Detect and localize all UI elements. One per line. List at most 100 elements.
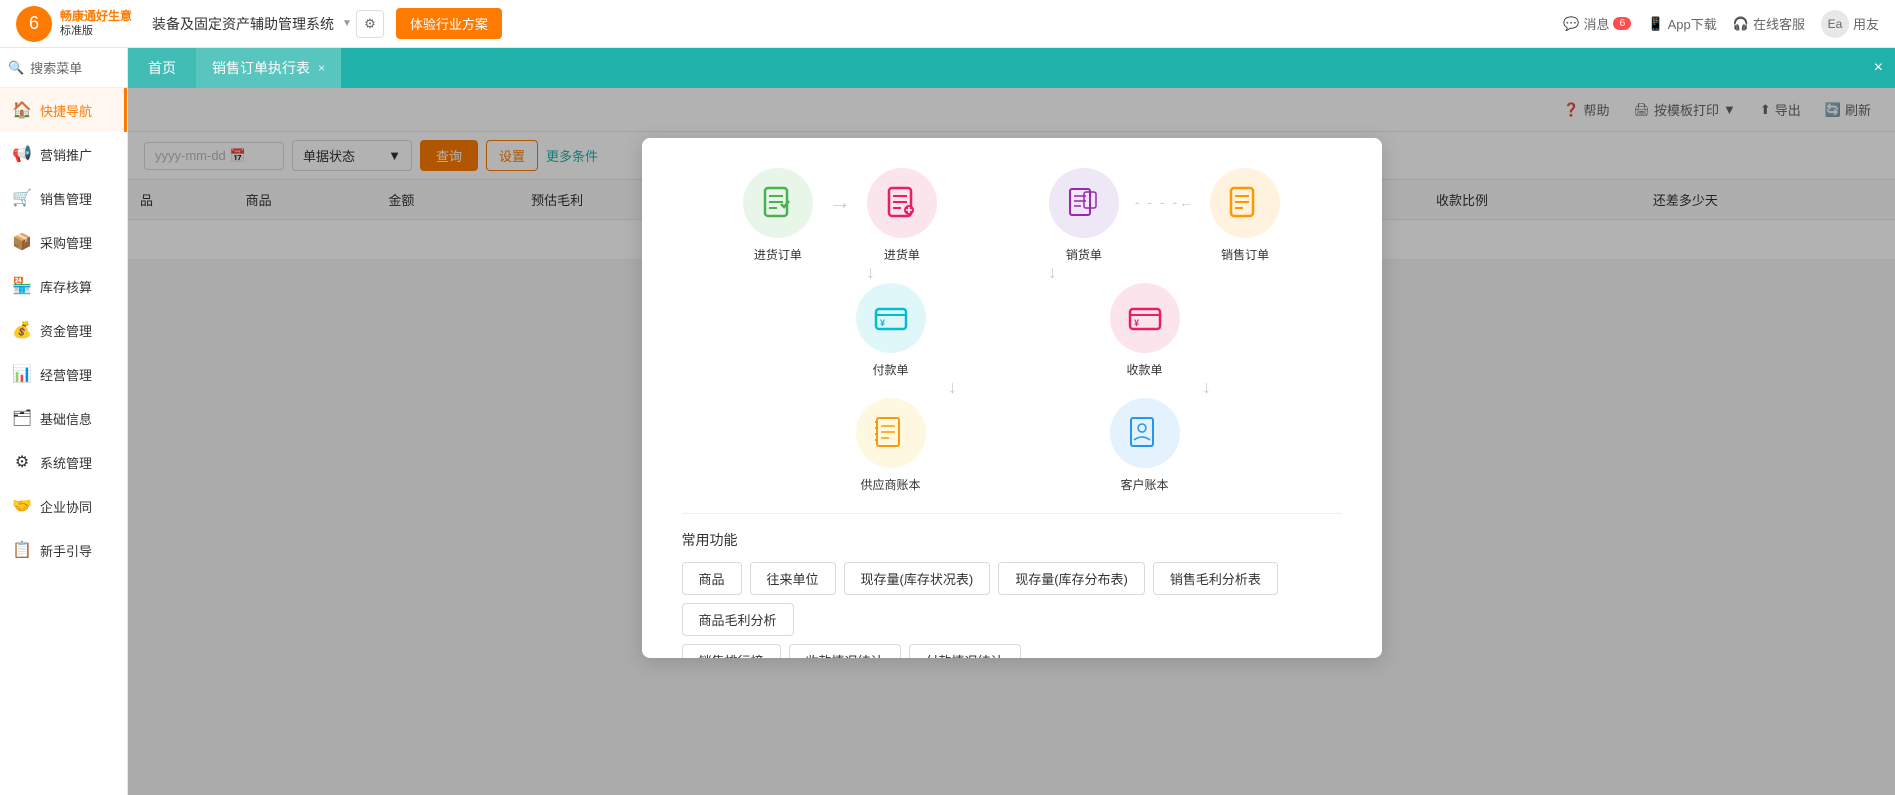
- app-download-button[interactable]: 📱 App下载: [1647, 14, 1716, 33]
- message-badge: 6: [1613, 17, 1631, 30]
- purchase-bill-circle: [867, 168, 937, 238]
- func-btn-sales-profit[interactable]: 销售毛利分析表: [1153, 562, 1278, 595]
- customer-ledger-label: 客户账本: [1120, 476, 1168, 493]
- nav-label-system: 系统管理: [40, 453, 92, 472]
- popup-overlay[interactable]: 进货订单 → 进货单: [128, 88, 1895, 795]
- sales-order-circle: [1210, 168, 1280, 238]
- sidebar-item-system[interactable]: ⚙ 系统管理: [0, 440, 127, 484]
- system-icon: ⚙: [12, 452, 32, 472]
- flow-node-payment: ¥ 付款单: [856, 283, 926, 378]
- receipt-circle: ¥: [1110, 283, 1180, 353]
- operations-icon: 📊: [12, 364, 32, 384]
- logo-area: 6 畅康通好生意 标准版: [16, 6, 144, 42]
- common-functions: 常用功能 商品 往来单位 现存量(库存状况表) 现存量(库存分布表) 销售毛利分…: [682, 513, 1342, 658]
- app-download-label: App下载: [1668, 14, 1717, 33]
- sidebar-item-inventory[interactable]: 🏪 库存核算: [0, 264, 127, 308]
- sales-icon: 🛒: [12, 188, 32, 208]
- guide-icon: 📋: [12, 540, 32, 560]
- tab-sales-order-label: 销售订单执行表: [212, 58, 310, 78]
- tab-home-label: 首页: [148, 58, 176, 78]
- avatar: Ea: [1821, 10, 1849, 38]
- func-buttons-row2: 销售排行榜 收款情况统计 付款情况统计: [682, 644, 1342, 658]
- nav-label-quick-nav: 快捷导航: [40, 101, 92, 120]
- receipt-down: ↓: [1156, 378, 1258, 396]
- sidebar: 🔍 搜索菜单 🏠 快捷导航 📢 营销推广 🛒 销售管理 📦: [0, 48, 128, 795]
- receipt-label: 收款单: [1126, 361, 1162, 378]
- func-btn-sales-rank[interactable]: 销售排行榜: [682, 644, 781, 658]
- purchase-bill-label: 进货单: [884, 246, 920, 263]
- user-menu-button[interactable]: Ea 用友: [1821, 10, 1879, 38]
- home-icon: 🏠: [12, 100, 32, 120]
- flow-node-customer-ledger: 客户账本: [1110, 398, 1180, 493]
- tab-sales-order[interactable]: 销售订单执行表 ×: [196, 48, 341, 88]
- sidebar-item-enterprise[interactable]: 🤝 企业协同: [0, 484, 127, 528]
- sidebar-item-basic-info[interactable]: 🗂 基础信息: [0, 396, 127, 440]
- arrow-sales-order-to-sales-bill: - - - -←: [1135, 194, 1194, 210]
- gear-button[interactable]: ⚙: [356, 10, 384, 38]
- tab-bar-close-button[interactable]: ×: [1874, 59, 1883, 77]
- sidebar-item-marketing[interactable]: 📢 营销推广: [0, 132, 127, 176]
- finance-icon: 💰: [12, 320, 32, 340]
- customer-ledger-circle: [1110, 398, 1180, 468]
- func-btn-stock-status[interactable]: 现存量(库存状况表): [844, 562, 991, 595]
- system-dropdown-arrow[interactable]: ▼: [342, 18, 352, 29]
- arrow-purchase-to-purchase-bill: →: [829, 189, 851, 215]
- logo-icon: 6: [16, 6, 52, 42]
- nav-label-purchase: 采购管理: [40, 233, 92, 252]
- purchase-order-circle: [743, 168, 813, 238]
- top-bar: 6 畅康通好生意 标准版 装备及固定资产辅助管理系统 ▼ ⚙ 体验行业方案 💬 …: [0, 0, 1895, 48]
- online-service-label: 在线客服: [1753, 14, 1805, 33]
- sales-bill-down: ↓: [1002, 263, 1104, 281]
- phone-icon: 📱: [1647, 16, 1663, 32]
- func-btn-receipt-stats[interactable]: 收款情况统计: [789, 644, 901, 658]
- sidebar-item-quick-nav[interactable]: 🏠 快捷导航: [0, 88, 127, 132]
- payment-label: 付款单: [872, 361, 908, 378]
- app-title: 畅康通好生意: [60, 9, 132, 25]
- func-btn-goods-profit[interactable]: 商品毛利分析: [682, 603, 794, 636]
- sidebar-item-finance[interactable]: 💰 资金管理: [0, 308, 127, 352]
- experience-button[interactable]: 体验行业方案: [396, 8, 502, 39]
- supplier-ledger-label: 供应商账本: [860, 476, 920, 493]
- system-name: 装备及固定资产辅助管理系统: [152, 14, 334, 34]
- popup-box: 进货订单 → 进货单: [642, 138, 1382, 658]
- nav-label-inventory: 库存核算: [40, 277, 92, 296]
- nav-label-marketing: 营销推广: [40, 145, 92, 164]
- func-btn-stock-dist[interactable]: 现存量(库存分布表): [998, 562, 1145, 595]
- func-btn-goods[interactable]: 商品: [682, 562, 742, 595]
- payment-circle: ¥: [856, 283, 926, 353]
- nav-label-operations: 经营管理: [40, 365, 92, 384]
- sales-bill-circle: [1049, 168, 1119, 238]
- tab-bar: 首页 销售订单执行表 × ×: [128, 48, 1895, 88]
- user-label: 用友: [1853, 14, 1879, 33]
- sidebar-item-guide[interactable]: 📋 新手引导: [0, 528, 127, 572]
- svg-text:¥: ¥: [880, 318, 885, 328]
- message-button[interactable]: 💬 消息 6: [1563, 14, 1631, 33]
- sidebar-nav: 🏠 快捷导航 📢 营销推广 🛒 销售管理 📦 采购管理 🏪 库存核: [0, 88, 127, 795]
- func-btn-payment-stats[interactable]: 付款情况统计: [909, 644, 1021, 658]
- nav-label-guide: 新手引导: [40, 541, 92, 560]
- basic-info-icon: 🗂: [12, 408, 32, 428]
- inventory-icon: 🏪: [12, 276, 32, 296]
- sidebar-item-purchase[interactable]: 📦 采购管理: [0, 220, 127, 264]
- search-label: 搜索菜单: [30, 58, 82, 77]
- tab-close-icon[interactable]: ×: [318, 61, 325, 75]
- top-right-area: 💬 消息 6 📱 App下载 🎧 在线客服 Ea 用友: [1563, 10, 1879, 38]
- flow-node-sales-bill: 销货单: [1049, 168, 1119, 263]
- purchase-icon: 📦: [12, 232, 32, 252]
- headset-icon: 🎧: [1733, 16, 1749, 32]
- sidebar-item-operations[interactable]: 📊 经营管理: [0, 352, 127, 396]
- common-functions-title: 常用功能: [682, 530, 1342, 550]
- nav-label-basic-info: 基础信息: [40, 409, 92, 428]
- sidebar-search[interactable]: 🔍 搜索菜单: [0, 48, 127, 88]
- message-icon: 💬: [1563, 16, 1579, 32]
- enterprise-icon: 🤝: [12, 496, 32, 516]
- online-service-button[interactable]: 🎧 在线客服: [1733, 14, 1805, 33]
- flow-node-supplier-ledger: 供应商账本: [856, 398, 926, 493]
- sidebar-item-sales[interactable]: 🛒 销售管理: [0, 176, 127, 220]
- tab-home[interactable]: 首页: [128, 48, 196, 88]
- app-container: 6 畅康通好生意 标准版 装备及固定资产辅助管理系统 ▼ ⚙ 体验行业方案 💬 …: [0, 0, 1895, 795]
- func-btn-partners[interactable]: 往来单位: [750, 562, 836, 595]
- logo-text: 畅康通好生意 标准版: [60, 9, 132, 39]
- content-area: 首页 销售订单执行表 × × ❓ 帮助 🖨: [128, 48, 1895, 795]
- flow-node-receipt: ¥ 收款单: [1110, 283, 1180, 378]
